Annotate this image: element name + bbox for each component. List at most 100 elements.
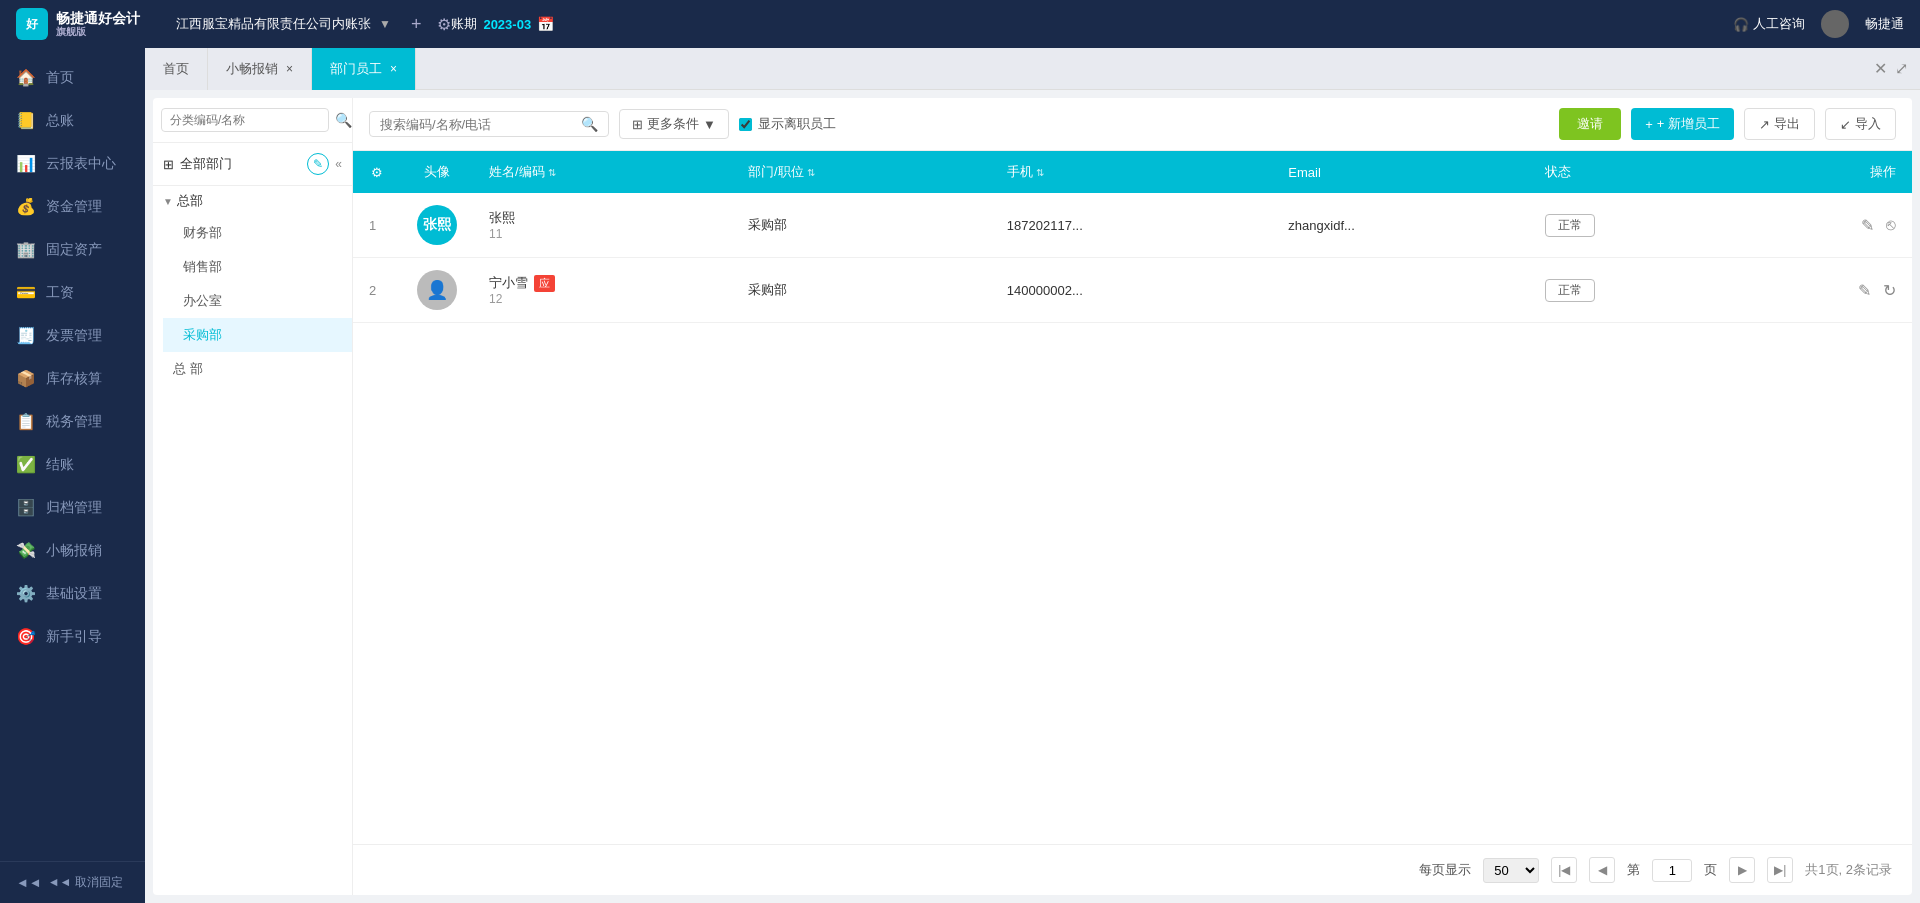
sidebar-item-assets[interactable]: 🏢 固定资产 <box>0 228 145 271</box>
tab-dept[interactable]: 部门员工 × <box>312 48 416 90</box>
sidebar-item-reports[interactable]: 📊 云报表中心 <box>0 142 145 185</box>
expense-icon: 💸 <box>16 541 36 560</box>
refresh-button[interactable]: ↻ <box>1883 281 1896 300</box>
first-page-btn[interactable]: |◀ <box>1551 857 1577 883</box>
pin-icon: ◄◄ <box>16 875 42 890</box>
sidebar-item-ledger[interactable]: 📒 总账 <box>0 99 145 142</box>
sidebar-item-invoice[interactable]: 🧾 发票管理 <box>0 314 145 357</box>
top-bar: 好 畅捷通好会计 旗舰版 江西服宝精品有限责任公司内账张 ▼ + ⚙ 账期 20… <box>0 0 1920 48</box>
close-window-btn[interactable]: ✕ <box>1874 59 1887 78</box>
row-actions-cell: ✎ ↻ <box>1729 258 1912 323</box>
home-icon: 🏠 <box>16 68 36 87</box>
col-name[interactable]: 姓名/编码 ⇅ <box>473 151 732 193</box>
page-current-input[interactable] <box>1652 859 1692 882</box>
dept-item-hq2[interactable]: 总 部 <box>153 352 352 386</box>
ledger-icon: 📒 <box>16 111 36 130</box>
table-row: 1 张熙 张熙 11 <box>353 193 1912 258</box>
edit-button[interactable]: ✎ <box>1861 216 1874 235</box>
edit-button[interactable]: ✎ <box>1858 281 1871 300</box>
user-avatar[interactable] <box>1821 10 1849 38</box>
row-phone-cell: 140000002... <box>991 258 1273 323</box>
dept-search-icon[interactable]: 🔍 <box>335 112 352 128</box>
sort-icon: ⇅ <box>807 167 815 178</box>
status-badge: 正常 <box>1545 214 1595 237</box>
page-size-label: 每页显示 <box>1419 861 1471 879</box>
assets-icon: 🏢 <box>16 240 36 259</box>
employee-search-input[interactable] <box>380 117 581 132</box>
calendar-icon[interactable]: 📅 <box>537 16 554 32</box>
row-actions-cell: ✎ ⎋ <box>1729 193 1912 258</box>
prev-page-btn[interactable]: ◀ <box>1589 857 1615 883</box>
dept-item-sales[interactable]: 销售部 <box>163 250 352 284</box>
export-button[interactable]: ↗ 导出 <box>1744 108 1815 140</box>
action-buttons: ✎ ⎋ <box>1745 216 1896 235</box>
col-settings[interactable]: ⚙ <box>353 151 401 193</box>
last-page-btn[interactable]: ▶| <box>1767 857 1793 883</box>
dept-tree: ▼ 总部 财务部 销售部 办公室 采购 <box>153 186 352 895</box>
tabs-bar: 首页 小畅报销 × 部门员工 × ✕ ⤢ <box>145 48 1920 90</box>
status-badge: 正常 <box>1545 279 1595 302</box>
col-avatar: 头像 <box>401 151 473 193</box>
filter-btn[interactable]: ⊞ 更多条件 ▼ <box>619 109 729 139</box>
dept-item-purchase[interactable]: 采购部 <box>163 318 352 352</box>
tab-dept-label: 部门员工 <box>330 60 382 78</box>
next-page-btn[interactable]: ▶ <box>1729 857 1755 883</box>
tab-expense-close[interactable]: × <box>286 62 293 76</box>
sidebar-item-expense[interactable]: 💸 小畅报销 <box>0 529 145 572</box>
filter-dropdown-icon: ▼ <box>703 117 716 132</box>
show-resigned-checkbox[interactable]: 显示离职员工 <box>739 115 836 133</box>
tab-dept-close[interactable]: × <box>390 62 397 76</box>
funds-icon: 💰 <box>16 197 36 216</box>
collapse-icon[interactable]: « <box>335 157 342 171</box>
dept-item-finance[interactable]: 财务部 <box>163 216 352 250</box>
add-icon[interactable]: + <box>411 14 422 35</box>
dept-search-bar: 🔍 <box>153 98 352 143</box>
dept-search-input[interactable] <box>161 108 329 132</box>
payroll-icon: 💳 <box>16 283 36 302</box>
company-selector[interactable]: 江西服宝精品有限责任公司内账张 ▼ <box>176 15 391 33</box>
sidebar-item-guide[interactable]: 🎯 新手引导 <box>0 615 145 658</box>
dept-item-office[interactable]: 办公室 <box>163 284 352 318</box>
sidebar-item-tax[interactable]: 📋 税务管理 <box>0 400 145 443</box>
row-status-cell: 正常 <box>1529 258 1729 323</box>
tab-expense[interactable]: 小畅报销 × <box>208 48 312 90</box>
sidebar-pin-toggle[interactable]: ◄◄ ◄◄ 取消固定 <box>0 861 145 903</box>
company-name: 江西服宝精品有限责任公司内账张 <box>176 15 371 33</box>
sidebar-item-archive[interactable]: 🗄️ 归档管理 <box>0 486 145 529</box>
app-logo: 好 畅捷通好会计 旗舰版 <box>16 8 156 40</box>
dept-group-hq[interactable]: ▼ 总部 <box>153 186 352 216</box>
employee-search-bar[interactable]: 🔍 <box>369 111 609 137</box>
sidebar-item-close[interactable]: ✅ 结账 <box>0 443 145 486</box>
dept-item-label: 财务部 <box>183 224 222 242</box>
sidebar-item-funds[interactable]: 💰 资金管理 <box>0 185 145 228</box>
resigned-checkbox-input[interactable] <box>739 118 752 131</box>
search-icon[interactable]: 🔍 <box>581 116 598 132</box>
sidebar-item-payroll[interactable]: 💳 工资 <box>0 271 145 314</box>
dept-group-name: 总部 <box>177 192 203 210</box>
all-dept-header[interactable]: ⊞ 全部部门 ✎ « <box>153 143 352 186</box>
sidebar-item-home[interactable]: 🏠 首页 <box>0 56 145 99</box>
period-selector[interactable]: 账期 2023-03 📅 <box>451 15 554 33</box>
settings-icon[interactable]: ⚙ <box>437 15 451 34</box>
dept-edit-btn[interactable]: ✎ <box>307 153 329 175</box>
import-label: 导入 <box>1855 115 1881 133</box>
sidebar-item-settings[interactable]: ⚙️ 基础设置 <box>0 572 145 615</box>
sidebar-item-inventory[interactable]: 📦 库存核算 <box>0 357 145 400</box>
invite-button[interactable]: 邀请 <box>1559 108 1621 140</box>
logout-button[interactable]: ⎋ <box>1886 216 1896 234</box>
expand-window-btn[interactable]: ⤢ <box>1895 59 1908 78</box>
row-dept-cell: 采购部 <box>732 258 991 323</box>
service-btn[interactable]: 🎧 人工咨询 <box>1733 15 1805 33</box>
add-employee-button[interactable]: + + 新增员工 <box>1631 108 1734 140</box>
tab-home[interactable]: 首页 <box>145 48 208 90</box>
col-dept[interactable]: 部门/职位 ⇅ <box>732 151 991 193</box>
import-icon: ↙ <box>1840 117 1851 132</box>
badge-ying: 应 <box>534 275 555 292</box>
pagination: 每页显示 50 10 20 100 |◀ ◀ 第 页 ▶ ▶| 共1页, 2条记… <box>353 844 1912 895</box>
table-header-row: ⚙ 头像 姓名/编码 ⇅ 部门/职位 <box>353 151 1912 193</box>
logo-text: 畅捷通好会计 旗舰版 <box>56 10 140 39</box>
import-button[interactable]: ↙ 导入 <box>1825 108 1896 140</box>
row-avatar: 张熙 <box>401 193 473 258</box>
col-phone[interactable]: 手机 ⇅ <box>991 151 1273 193</box>
page-size-select[interactable]: 50 10 20 100 <box>1483 858 1539 883</box>
